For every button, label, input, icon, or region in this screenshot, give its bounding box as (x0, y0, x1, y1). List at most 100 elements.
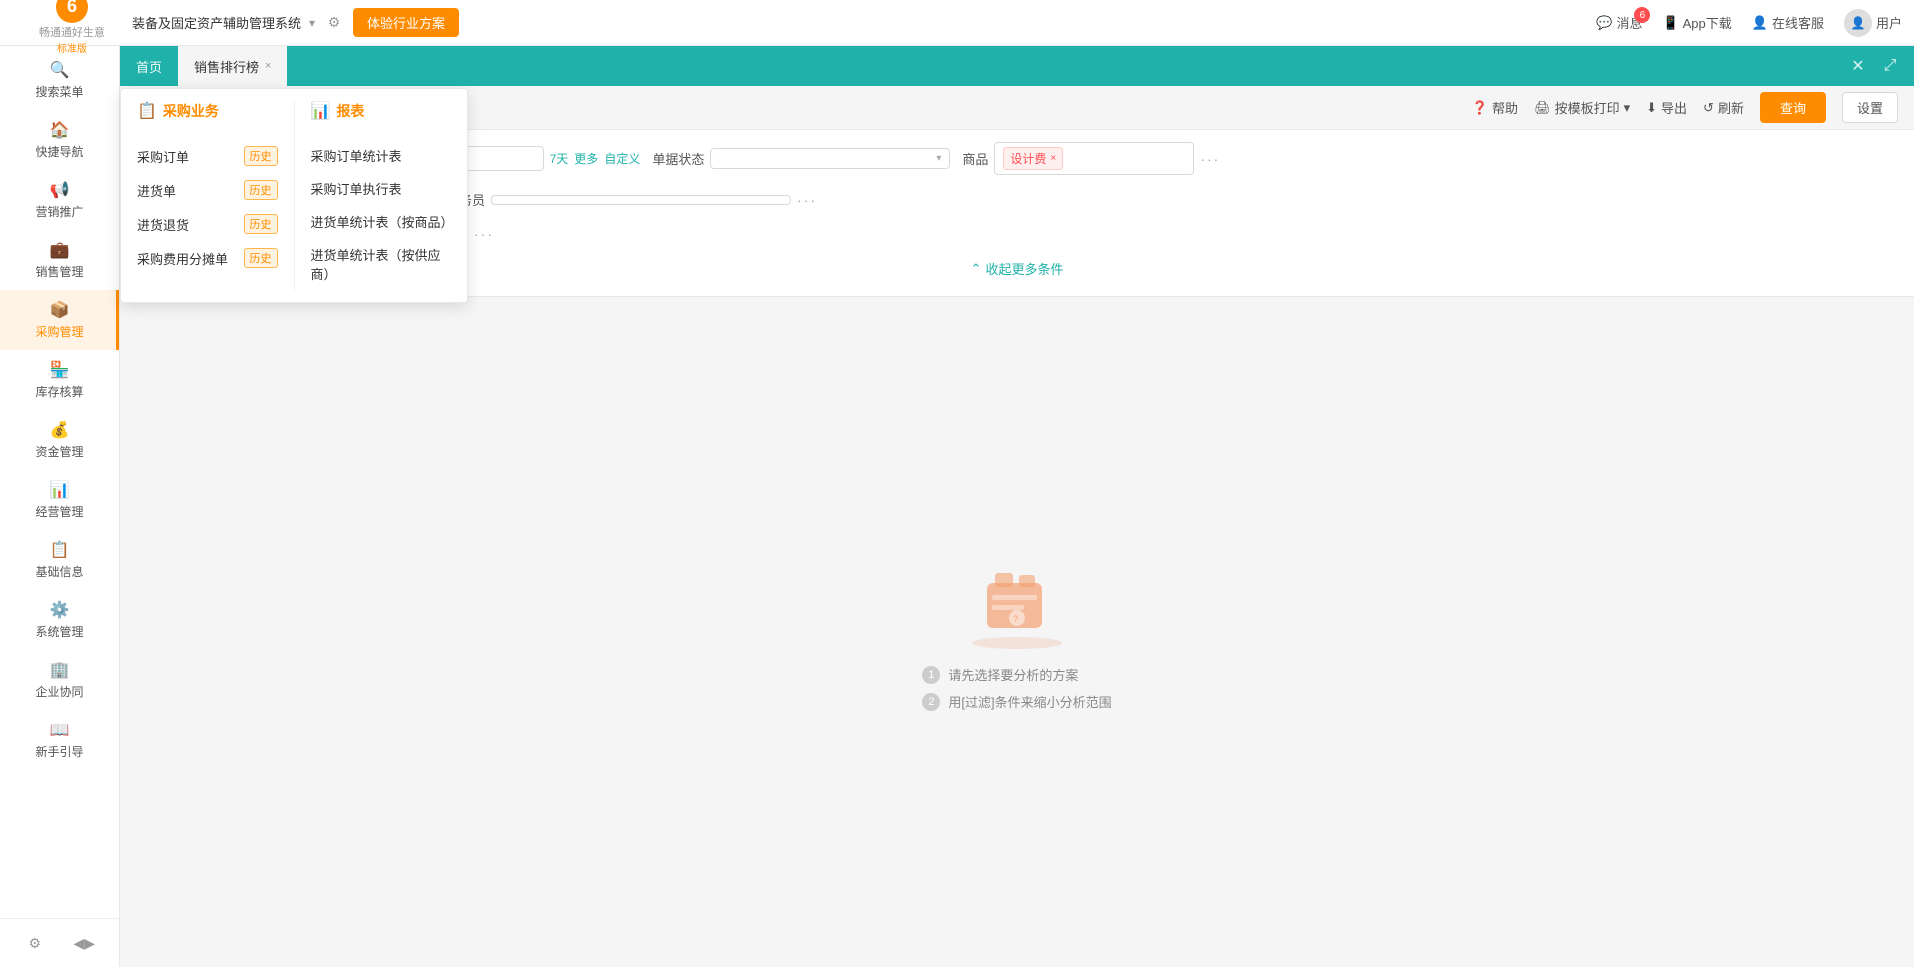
system-title: 装备及固定资产辅助管理系统 (132, 13, 301, 32)
top-bar: 6 畅通通好生意 标准版 装备及固定资产辅助管理系统 ▾ ⚙ 体验行业方案 💬 … (0, 0, 1914, 46)
export-btn[interactable]: ⬇ 导出 (1646, 98, 1687, 117)
tip-text-1: 请先选择要分析的方案 (948, 665, 1078, 684)
sidebar-item-enterprise[interactable]: 🏢 企业协同 (0, 650, 119, 710)
logo-area: 6 畅通通好生意 标准版 (12, 0, 132, 55)
menu-item-return[interactable]: 进货退货 历史 (137, 207, 278, 241)
history-tag-4: 历史 (244, 248, 278, 268)
tab-sales-ranking[interactable]: 销售排行榜 × (178, 46, 287, 86)
phone-icon: 📱 (1662, 15, 1678, 31)
industry-button[interactable]: 体验行业方案 (353, 8, 459, 37)
refresh-label: 刷新 (1718, 98, 1744, 117)
tip-num-2: 2 (922, 693, 940, 711)
settings-bottom-btn[interactable]: ⚙ (21, 929, 49, 957)
tab-bar-actions: ✕ ⤢ (1846, 54, 1914, 78)
shortcut-custom[interactable]: 自定义 (604, 150, 640, 167)
search-icon: 🔍 (50, 60, 70, 80)
menu-item-order-exec[interactable]: 采购订单执行表 (311, 172, 452, 205)
history-tag-3: 历史 (244, 214, 278, 234)
history-tag-2: 历史 (244, 180, 278, 200)
notification-item[interactable]: 💬 消息 6 (1596, 13, 1642, 32)
tab-close-icon[interactable]: × (265, 60, 271, 72)
top-right: 💬 消息 6 📱 App下载 👤 在线客服 👤 用户 (1596, 9, 1902, 37)
voucher-status-filter: 单据状态 ▾ (652, 148, 950, 169)
sidebar: 🔍 搜索菜单 🏠 快捷导航 📢 营销推广 💼 销售管理 📦 采购管理 🏪 库存核… (0, 46, 120, 967)
sidebar-item-basic-info[interactable]: 📋 基础信息 (0, 530, 119, 590)
refresh-icon: ↺ (1703, 100, 1714, 116)
goods-tag-close[interactable]: × (1050, 153, 1056, 164)
menu-item-inbound-by-goods[interactable]: 进货单统计表（按商品） (311, 205, 452, 238)
customer-more-dots[interactable]: ··· (474, 226, 494, 242)
menu-item-purchase-order[interactable]: 采购订单 历史 (137, 139, 278, 173)
sidebar-item-system[interactable]: ⚙️ 系统管理 (0, 590, 119, 650)
goods-control[interactable]: 设计费 × (994, 142, 1194, 175)
empty-illustration: ? (957, 553, 1077, 653)
sidebar-item-operations[interactable]: 📊 经营管理 (0, 470, 119, 530)
menu-item-inbound-by-goods-label: 进货单统计表（按商品） (311, 212, 452, 231)
menu-item-order-stat[interactable]: 采购订单统计表 (311, 139, 452, 172)
menu-item-expense[interactable]: 采购费用分摊单 历史 (137, 241, 278, 275)
salesman-more-dots[interactable]: ··· (797, 192, 817, 208)
menu-item-expense-label: 采购费用分摊单 (137, 249, 228, 268)
export-label: 导出 (1661, 98, 1687, 117)
help-btn[interactable]: ❓ 帮助 (1472, 98, 1518, 117)
purchase-section-icon: 📋 (137, 101, 157, 121)
collapse-sidebar-btn[interactable]: ◀▶ (70, 929, 98, 957)
basic-info-icon: 📋 (50, 540, 70, 560)
app-download-label: App下载 (1683, 13, 1732, 32)
tab-sales-ranking-label: 销售排行榜 (194, 57, 259, 76)
voucher-status-arrow: ▾ (936, 153, 941, 164)
refresh-btn[interactable]: ↺ 刷新 (1703, 98, 1744, 117)
print-dropdown-arrow[interactable]: ▾ (1624, 100, 1631, 116)
system-dropdown-arrow[interactable]: ▾ (309, 16, 315, 30)
system-icon: ⚙️ (50, 600, 70, 620)
purchase-section: 📋 采购业务 采购订单 历史 进货单 历史 进货退货 历史 采购费用分摊单 (121, 101, 294, 290)
tab-bar: 首页 销售排行榜 × ✕ ⤢ (120, 46, 1914, 86)
menu-item-order-stat-label: 采购订单统计表 (311, 146, 402, 165)
menu-item-inbound-by-supplier-label: 进货单统计表（按供应商） (311, 245, 452, 283)
online-service-label: 在线客服 (1772, 13, 1824, 32)
sidebar-item-guide[interactable]: 📖 新手引导 (0, 710, 119, 770)
menu-item-order-exec-label: 采购订单执行表 (311, 179, 402, 198)
sidebar-item-purchase[interactable]: 📦 采购管理 (0, 290, 119, 350)
marketing-icon: 📢 (50, 180, 70, 200)
finance-icon: 💰 (50, 420, 70, 440)
settings-button[interactable]: 设置 (1842, 92, 1898, 123)
system-title-area: 装备及固定资产辅助管理系统 ▾ ⚙ 体验行业方案 (132, 8, 1596, 37)
main-layout: 🔍 搜索菜单 🏠 快捷导航 📢 营销推广 💼 销售管理 📦 采购管理 🏪 库存核… (0, 46, 1914, 967)
app-download-item[interactable]: 📱 App下载 (1662, 13, 1731, 32)
tab-fullscreen-btn[interactable]: ⤢ (1878, 54, 1902, 78)
user-item[interactable]: 👤 用户 (1844, 9, 1902, 37)
query-button[interactable]: 查询 (1760, 92, 1826, 123)
print-btn[interactable]: 🖨 按模板打印 ▾ (1534, 98, 1630, 117)
print-icon: 🖨 (1534, 100, 1551, 116)
empty-state: ? 1 请先选择要分析的方案 2 用[过滤]条件来缩小分析范围 (120, 297, 1914, 967)
notification-badge: 6 (1634, 7, 1650, 23)
home-icon: 🏠 (50, 120, 70, 140)
tab-close-all-btn[interactable]: ✕ (1846, 54, 1870, 78)
sidebar-item-inventory[interactable]: 🏪 库存核算 (0, 350, 119, 410)
sidebar-item-quick-nav[interactable]: 🏠 快捷导航 (0, 110, 119, 170)
operations-icon: 📊 (50, 480, 70, 500)
headset-icon: 👤 (1752, 15, 1768, 31)
empty-tip-2: 2 用[过滤]条件来缩小分析范围 (922, 692, 1111, 711)
menu-item-inbound[interactable]: 进货单 历史 (137, 173, 278, 207)
sidebar-item-marketing[interactable]: 📢 营销推广 (0, 170, 119, 230)
gear-icon[interactable]: ⚙ (323, 12, 345, 34)
message-icon: 💬 (1596, 15, 1612, 31)
menu-item-inbound-by-supplier[interactable]: 进货单统计表（按供应商） (311, 238, 452, 290)
shortcut-more[interactable]: 更多 (574, 150, 598, 167)
guide-icon: 📖 (50, 720, 70, 740)
sales-icon: 💼 (50, 240, 70, 260)
sidebar-item-finance[interactable]: 💰 资金管理 (0, 410, 119, 470)
goods-more-dots[interactable]: ··· (1200, 151, 1220, 167)
sidebar-item-search[interactable]: 🔍 搜索菜单 (0, 50, 119, 110)
sidebar-item-sales[interactable]: 💼 销售管理 (0, 230, 119, 290)
tab-home-label: 首页 (136, 57, 162, 76)
history-tag-1: 历史 (244, 146, 278, 166)
salesman-control[interactable] (491, 195, 791, 205)
online-service-item[interactable]: 👤 在线客服 (1752, 13, 1824, 32)
goods-tag-text: 设计费 (1010, 150, 1046, 167)
avatar: 👤 (1844, 9, 1872, 37)
shortcut-7days[interactable]: 7天 (550, 150, 569, 167)
voucher-status-control[interactable]: ▾ (710, 148, 950, 169)
